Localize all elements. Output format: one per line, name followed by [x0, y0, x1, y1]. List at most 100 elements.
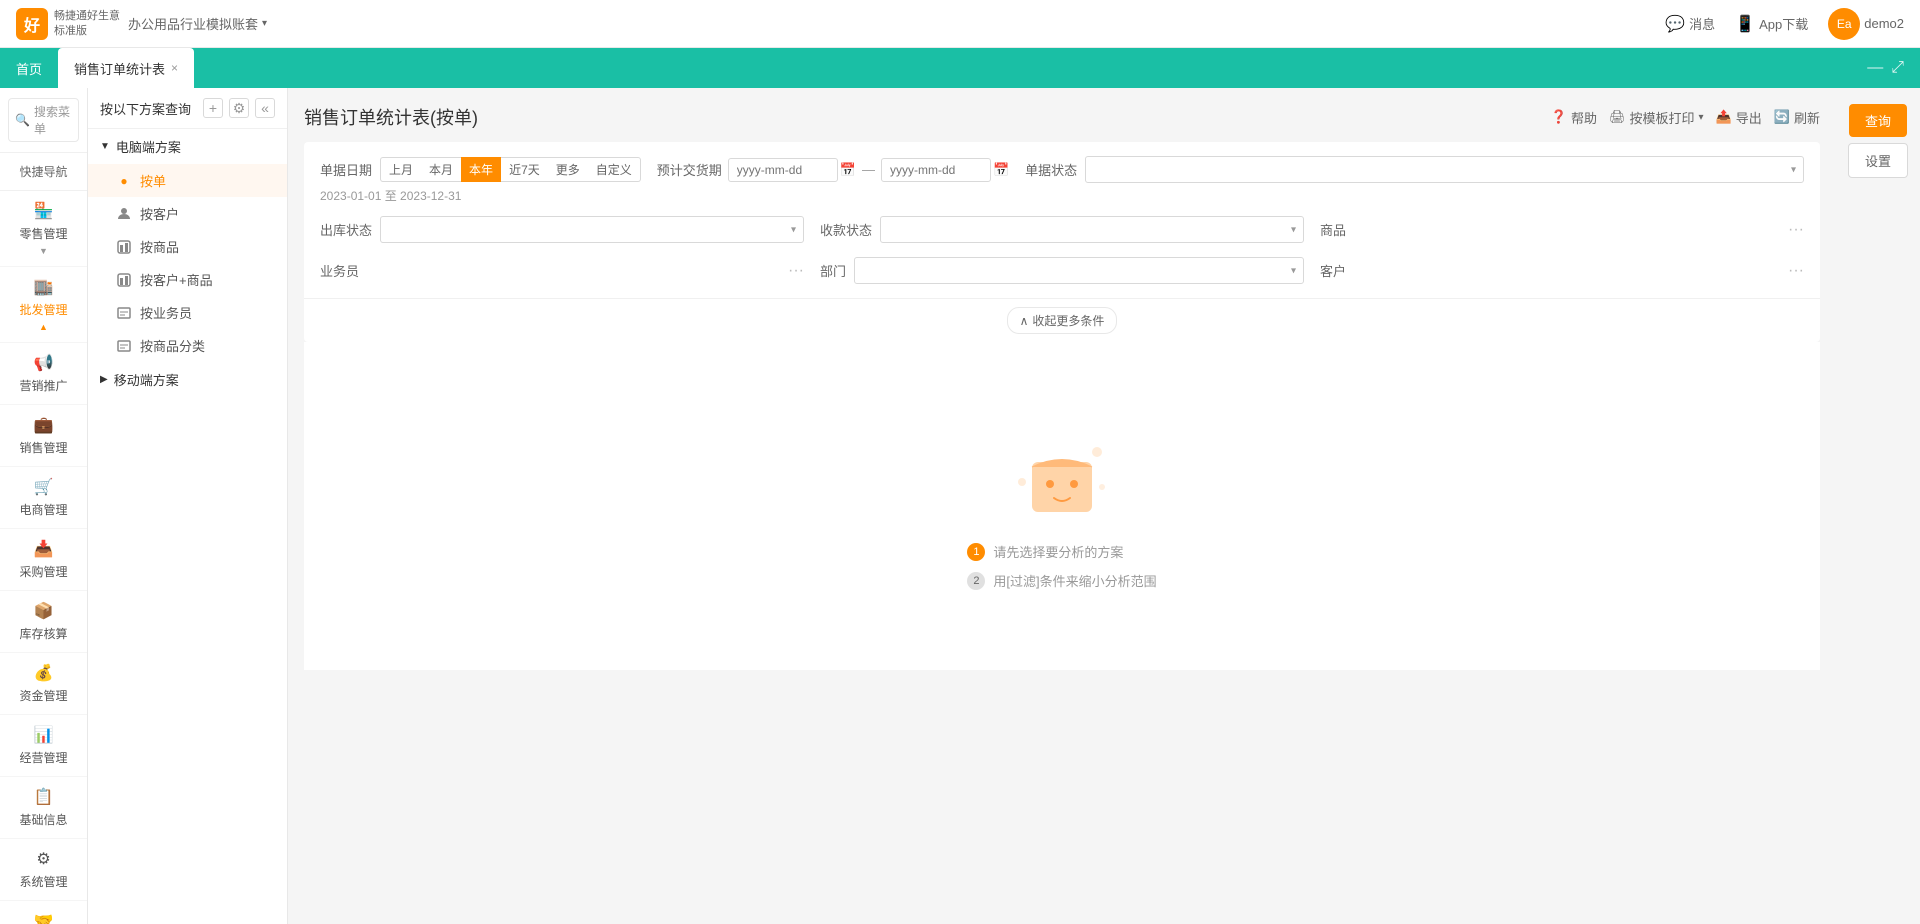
calendar-icon-2: 📅	[993, 162, 1009, 178]
query-button[interactable]: 查询	[1849, 104, 1907, 137]
empty-tips: 1 请先选择要分析的方案 2 用[过滤]条件来缩小分析范围	[967, 542, 1156, 590]
department-select[interactable]	[854, 257, 1304, 284]
goods-label: 商品	[1320, 220, 1346, 239]
category-arrow: ▼	[100, 141, 110, 152]
date-last-month-button[interactable]: 上月	[380, 157, 421, 182]
sidebar-item-system[interactable]: ⚙ 系统管理	[0, 839, 87, 901]
ecommerce-icon: 🛒	[34, 477, 54, 497]
message-button[interactable]: 💬 消息	[1665, 14, 1715, 34]
collapse-scheme-button[interactable]: «	[255, 98, 275, 118]
mobile-category-header[interactable]: ▶ 移动端方案	[88, 362, 287, 397]
right-buttons-panel: 查询 设置	[1836, 88, 1920, 924]
date-this-month-button[interactable]: 本月	[421, 157, 461, 182]
scheme-item-by-salesperson[interactable]: 按业务员	[88, 296, 287, 329]
tab-bar: 首页 销售订单统计表 × — ⤢	[0, 48, 1920, 88]
refresh-button[interactable]: 🔄 刷新	[1774, 108, 1820, 127]
doc-status-select-wrap: ▾	[1085, 156, 1804, 183]
delivery-date-end[interactable]	[881, 158, 991, 182]
sidebar-item-finance[interactable]: 💰 资金管理	[0, 653, 87, 715]
doc-status-group: 单据状态 ▾	[1025, 156, 1804, 183]
sidebar: 🔍 搜索菜单 快捷导航 🏪 零售管理 ▼ 🏬 批发管理 ▲ 📢 营销推广	[0, 88, 88, 924]
main-layout: 🔍 搜索菜单 快捷导航 🏪 零售管理 ▼ 🏬 批发管理 ▲ 📢 营销推广	[0, 88, 1920, 924]
scheme-order-icon: ●	[116, 173, 132, 189]
sidebar-item-purchase[interactable]: 📥 采购管理	[0, 529, 87, 591]
app-download-button[interactable]: 📱 App下载	[1735, 14, 1808, 34]
payment-status-label: 收款状态	[820, 220, 872, 239]
tip-text-2: 用[过滤]条件来缩小分析范围	[993, 571, 1156, 590]
collapse-bar: ∧ 收起更多条件	[304, 298, 1820, 342]
page-actions: ❓ 帮助 🖨 按模板打印 ▾ 📤 导出	[1551, 108, 1820, 127]
tab-close-icon[interactable]: ×	[171, 61, 178, 75]
date-label: 单据日期	[320, 160, 372, 179]
sidebar-item-inventory[interactable]: 📦 库存核算	[0, 591, 87, 653]
search-icon: 🔍	[15, 113, 30, 127]
sales-icon: 💼	[34, 415, 54, 435]
sidebar-item-management[interactable]: 📊 经营管理	[0, 715, 87, 777]
salesperson-more-icon[interactable]: ···	[788, 262, 804, 280]
add-scheme-button[interactable]: +	[203, 98, 223, 118]
doc-status-label: 单据状态	[1025, 160, 1077, 179]
tab-sales-order[interactable]: 销售订单统计表 ×	[58, 48, 194, 88]
date-separator: —	[862, 162, 875, 177]
mobile-scheme-category: ▶ 移动端方案	[88, 362, 287, 397]
marketing-icon: 📢	[34, 353, 54, 373]
date-7days-button[interactable]: 近7天	[501, 157, 548, 182]
scheme-item-by-category[interactable]: 按商品分类	[88, 329, 287, 362]
date-this-year-button[interactable]: 本年	[461, 157, 501, 182]
date-custom-button[interactable]: 自定义	[588, 157, 641, 182]
tab-home[interactable]: 首页	[0, 48, 58, 88]
shipment-status-select-wrap: ▾	[380, 216, 804, 243]
scheme-item-by-customer-goods[interactable]: 按客户+商品	[88, 263, 287, 296]
date-quick-buttons: 上月 本月 本年 近7天 更多 自定义	[380, 157, 641, 182]
company-selector[interactable]: 办公用品行业模拟账套 ▾	[128, 14, 267, 33]
delivery-date-group: 预计交货期 📅 — 📅	[657, 158, 1009, 182]
empty-state: 1 请先选择要分析的方案 2 用[过滤]条件来缩小分析范围	[304, 342, 1820, 670]
tab-maximize-button[interactable]: ⤢	[1891, 59, 1904, 77]
payment-status-select[interactable]	[880, 216, 1304, 243]
goods-more-icon[interactable]: ···	[1788, 221, 1804, 239]
settings-button[interactable]: 设置	[1848, 143, 1908, 178]
search-menu-button[interactable]: 🔍 搜索菜单	[8, 98, 79, 142]
tip-number-1: 1	[967, 543, 985, 561]
collapse-button[interactable]: ∧ 收起更多条件	[1007, 307, 1118, 334]
sidebar-item-sales[interactable]: 💼 销售管理	[0, 405, 87, 467]
date-range-display: 2023-01-01 至 2023-12-31	[320, 187, 1804, 204]
desktop-scheme-category: ▼ 电脑端方案 ● 按单 按客户 按商品	[88, 129, 287, 362]
help-button[interactable]: ❓ 帮助	[1551, 108, 1597, 127]
shipment-status-select[interactable]	[380, 216, 804, 243]
scheme-item-by-customer[interactable]: 按客户	[88, 197, 287, 230]
customer-more-icon[interactable]: ···	[1788, 262, 1804, 280]
delivery-date-start[interactable]	[728, 158, 838, 182]
logo-icon: 好	[16, 8, 48, 40]
scheme-item-by-order[interactable]: ● 按单	[88, 164, 287, 197]
sidebar-quick-nav[interactable]: 快捷导航	[0, 153, 87, 191]
export-button[interactable]: 📤 导出	[1716, 108, 1762, 127]
sidebar-item-enterprise[interactable]: 🤝 企业协同	[0, 901, 87, 924]
user-menu[interactable]: Ea demo2	[1828, 8, 1904, 40]
print-button[interactable]: 🖨 按模板打印 ▾	[1609, 108, 1704, 127]
scheme-item-by-goods[interactable]: 按商品	[88, 230, 287, 263]
date-more-button[interactable]: 更多	[548, 157, 588, 182]
settings-scheme-button[interactable]: ⚙	[229, 98, 249, 118]
purchase-icon: 📥	[34, 539, 54, 559]
scheme-goods-icon	[116, 239, 132, 255]
sidebar-item-basic[interactable]: 📋 基础信息	[0, 777, 87, 839]
department-label: 部门	[820, 261, 846, 280]
tip-number-2: 2	[967, 572, 985, 590]
sidebar-item-ecommerce[interactable]: 🛒 电商管理	[0, 467, 87, 529]
sidebar-item-marketing[interactable]: 📢 营销推广	[0, 343, 87, 405]
sidebar-item-wholesale[interactable]: 🏬 批发管理 ▲	[0, 267, 87, 343]
goods-group: 商品 ···	[1320, 220, 1804, 239]
salesperson-input-wrap: ···	[367, 262, 804, 280]
sidebar-item-retail[interactable]: 🏪 零售管理 ▼	[0, 191, 87, 267]
logo-text: 畅捷通好生意 标准版	[54, 9, 120, 38]
desktop-category-header[interactable]: ▼ 电脑端方案	[88, 129, 287, 164]
basic-icon: 📋	[34, 787, 54, 807]
tip-text-1: 请先选择要分析的方案	[993, 542, 1123, 561]
enterprise-icon: 🤝	[34, 911, 54, 924]
message-icon: 💬	[1665, 14, 1685, 34]
doc-status-select[interactable]	[1085, 156, 1804, 183]
customer-label: 客户	[1320, 261, 1346, 280]
sidebar-search-area: 🔍 搜索菜单	[0, 88, 87, 153]
tab-minimize-button[interactable]: —	[1867, 59, 1883, 77]
